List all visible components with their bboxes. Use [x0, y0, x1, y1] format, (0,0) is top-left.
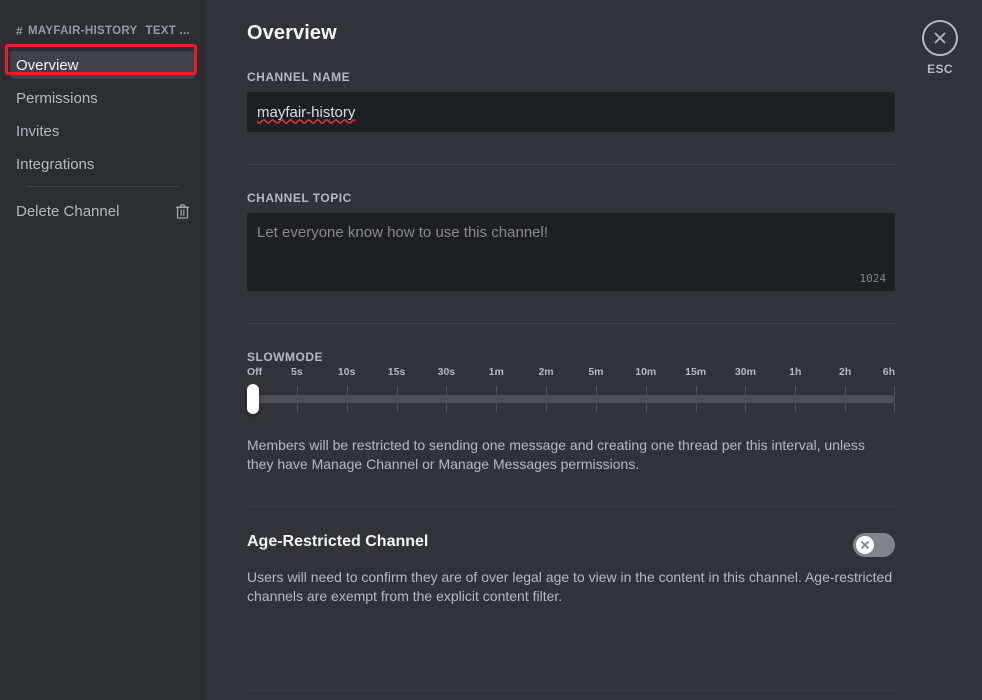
age-restricted-row: Age-Restricted Channel — [247, 533, 895, 557]
slider-tick-label: 1m — [489, 366, 504, 378]
close-icon-circle[interactable] — [922, 20, 958, 56]
sidebar-item-permissions[interactable]: Permissions — [10, 84, 195, 112]
sidebar-channel-type: TEXT ... — [146, 25, 191, 37]
settings-sidebar: # MAYFAIR-HISTORY TEXT ... Overview Perm… — [0, 0, 205, 700]
slider-tick — [297, 386, 298, 412]
sidebar-channel-header: # MAYFAIR-HISTORY TEXT ... — [0, 22, 205, 40]
channel-topic-placeholder: Let everyone know how to use this channe… — [257, 223, 885, 243]
slider-tick-label: 5m — [588, 366, 603, 378]
slider-tick-label: 30m — [735, 366, 756, 378]
slider-tick — [646, 386, 647, 412]
sidebar-item-integrations[interactable]: Integrations — [10, 150, 195, 178]
slowmode-slider[interactable]: Off5s10s15s30s1m2m5m10m15m30m1h2h6h — [247, 384, 895, 418]
esc-label: ESC — [927, 62, 953, 76]
sidebar-item-delete-channel[interactable]: Delete Channel — [10, 197, 195, 225]
slowmode-helper-text: Members will be restricted to sending on… — [247, 436, 895, 474]
slider-tick — [894, 386, 895, 412]
slider-tick — [397, 386, 398, 412]
channel-topic-label: CHANNEL TOPIC — [247, 191, 895, 205]
channel-settings-window: # MAYFAIR-HISTORY TEXT ... Overview Perm… — [0, 0, 982, 700]
slider-tick-label: 2h — [839, 366, 851, 378]
slider-tick — [845, 386, 846, 412]
sidebar-item-label: Permissions — [16, 91, 98, 106]
slider-tick-label: Off — [247, 366, 262, 378]
slider-tick-label: 1h — [789, 366, 801, 378]
slider-tick — [496, 386, 497, 412]
settings-nav-list: Overview Permissions Invites Integration… — [0, 51, 205, 225]
sidebar-divider — [26, 186, 179, 187]
channel-name-input[interactable]: mayfair-history — [247, 92, 895, 132]
channel-name-value: mayfair-history — [257, 104, 355, 121]
overview-content: Overview CHANNEL NAME mayfair-history CH… — [247, 22, 895, 606]
slowmode-slider-block: Off5s10s15s30s1m2m5m10m15m30m1h2h6h — [247, 384, 895, 418]
slider-tick-label: 2m — [538, 366, 553, 378]
slider-tick — [795, 386, 796, 412]
trash-icon — [176, 204, 189, 219]
sidebar-item-label: Delete Channel — [16, 204, 119, 219]
age-restricted-title: Age-Restricted Channel — [247, 533, 428, 551]
channel-topic-input[interactable]: Let everyone know how to use this channe… — [247, 213, 895, 291]
age-restricted-toggle[interactable] — [853, 533, 895, 557]
age-restricted-description: Users will need to confirm they are of o… — [247, 568, 895, 606]
slider-thumb[interactable] — [247, 384, 259, 414]
sidebar-item-invites[interactable]: Invites — [10, 117, 195, 145]
hash-icon: # — [16, 24, 23, 38]
slider-tick-label: 6h — [883, 366, 895, 378]
slider-rail — [247, 395, 895, 403]
slider-tick-label: 15m — [685, 366, 706, 378]
sidebar-item-overview[interactable]: Overview — [10, 51, 195, 79]
sidebar-item-label: Integrations — [16, 157, 94, 172]
slider-tick — [347, 386, 348, 412]
channel-name-label: CHANNEL NAME — [247, 70, 895, 84]
slider-tick — [596, 386, 597, 412]
sidebar-item-label: Overview — [16, 58, 79, 73]
slider-tick-label: 15s — [388, 366, 406, 378]
section-divider-2 — [247, 323, 895, 324]
slider-tick — [745, 386, 746, 412]
close-x-icon — [932, 30, 948, 46]
slowmode-label: SLOWMODE — [247, 350, 895, 364]
close-x-icon — [860, 540, 870, 550]
settings-main-panel: Overview CHANNEL NAME mayfair-history CH… — [205, 0, 982, 700]
page-title: Overview — [247, 22, 895, 45]
slider-tick-label: 10m — [635, 366, 656, 378]
char-counter: 1024 — [860, 272, 887, 285]
sidebar-item-label: Invites — [16, 124, 59, 139]
slider-tick — [446, 386, 447, 412]
section-divider-1 — [247, 164, 895, 165]
slider-tick-label: 10s — [338, 366, 356, 378]
slider-tick-label: 30s — [438, 366, 456, 378]
sidebar-channel-name: MAYFAIR-HISTORY — [28, 25, 138, 37]
toggle-knob — [856, 536, 874, 554]
section-divider-4 — [247, 690, 895, 691]
section-divider-3 — [247, 506, 895, 507]
slider-tick — [696, 386, 697, 412]
slider-tick — [546, 386, 547, 412]
slider-tick-label: 5s — [291, 366, 303, 378]
close-settings-button[interactable]: ESC — [911, 20, 969, 76]
